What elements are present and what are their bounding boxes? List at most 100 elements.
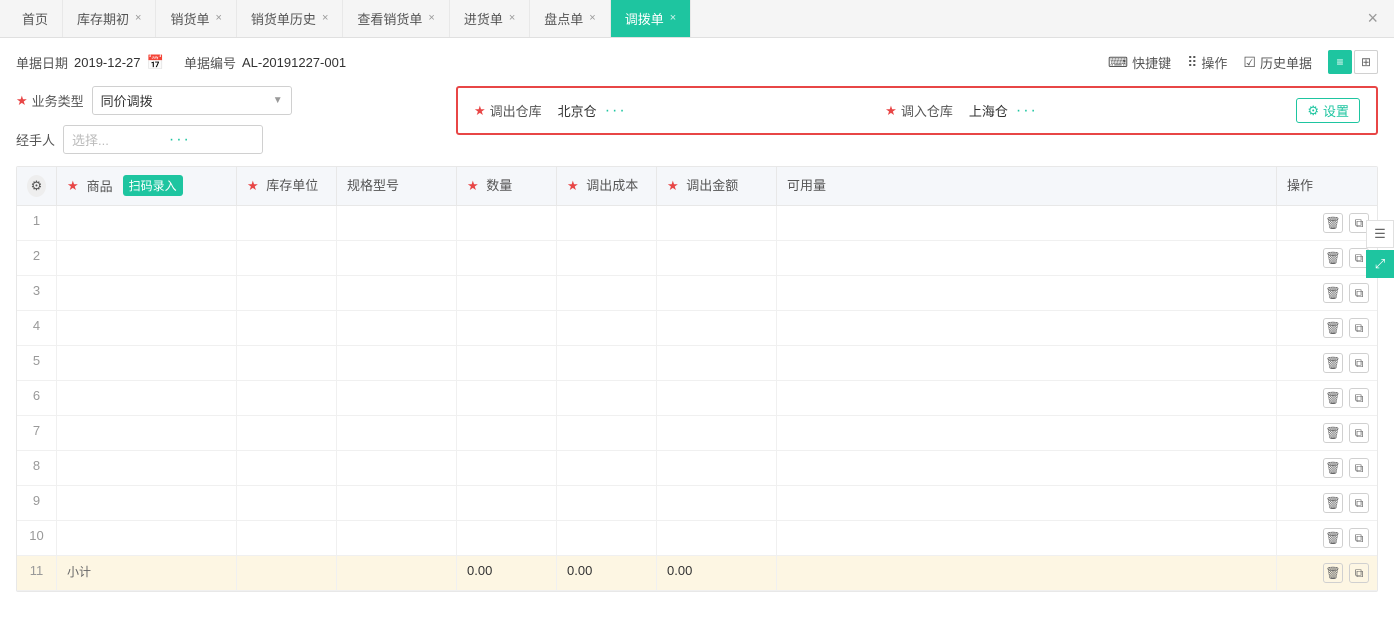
row-unit-2[interactable] — [237, 241, 337, 275]
row-product-1[interactable] — [57, 206, 237, 240]
row-product-5[interactable] — [57, 346, 237, 380]
row-available-8[interactable] — [777, 451, 1277, 485]
row-unit-8[interactable] — [237, 451, 337, 485]
tab-transfer-order[interactable]: 调拨单 × — [611, 0, 691, 37]
row-delete-btn-9[interactable]: 🗑 — [1323, 493, 1343, 513]
row-copy-btn-5[interactable]: ⧉ — [1349, 353, 1369, 373]
row-quantity-4[interactable] — [457, 311, 557, 345]
row-spec-8[interactable] — [337, 451, 457, 485]
row-spec-1[interactable] — [337, 206, 457, 240]
row-copy-btn-9[interactable]: ⧉ — [1349, 493, 1369, 513]
row-amount-6[interactable] — [657, 381, 777, 415]
row-copy-btn-3[interactable]: ⧉ — [1349, 283, 1369, 303]
row-delete-btn-2[interactable]: 🗑 — [1323, 248, 1343, 268]
row-copy-btn-7[interactable]: ⧉ — [1349, 423, 1369, 443]
row-spec-2[interactable] — [337, 241, 457, 275]
row-amount-9[interactable] — [657, 486, 777, 520]
layout-btn-grid[interactable]: ⊞ — [1354, 50, 1378, 74]
tab-sales-order[interactable]: 销货单 × — [156, 0, 236, 37]
tab-inventory-init[interactable]: 库存期初 × — [63, 0, 156, 37]
row-delete-btn-1[interactable]: 🗑 — [1323, 213, 1343, 233]
row-quantity-2[interactable] — [457, 241, 557, 275]
row-unit-5[interactable] — [237, 346, 337, 380]
row-amount-7[interactable] — [657, 416, 777, 450]
row-copy-btn-8[interactable]: ⧉ — [1349, 458, 1369, 478]
row-copy-btn-4[interactable]: ⧉ — [1349, 318, 1369, 338]
row-product-3[interactable] — [57, 276, 237, 310]
row-unit-6[interactable] — [237, 381, 337, 415]
row-spec-6[interactable] — [337, 381, 457, 415]
scan-btn[interactable]: 扫码录入 — [123, 175, 183, 196]
business-type-select[interactable]: 同价调拨 ▼ — [92, 86, 292, 115]
calendar-icon[interactable]: 📅 — [147, 54, 164, 71]
row-cost-5[interactable] — [557, 346, 657, 380]
row-delete-btn-6[interactable]: 🗑 — [1323, 388, 1343, 408]
tab-purchase-order-close[interactable]: × — [509, 13, 515, 24]
row-delete-btn-4[interactable]: 🗑 — [1323, 318, 1343, 338]
tab-inventory-init-close[interactable]: × — [135, 13, 141, 24]
row-product-10[interactable] — [57, 521, 237, 555]
row-amount-5[interactable] — [657, 346, 777, 380]
row-spec-7[interactable] — [337, 416, 457, 450]
row-product-6[interactable] — [57, 381, 237, 415]
operations-btn[interactable]: ⠿ 操作 — [1187, 53, 1227, 72]
tab-inventory-count-close[interactable]: × — [589, 13, 595, 24]
row-cost-1[interactable] — [557, 206, 657, 240]
row-cost-8[interactable] — [557, 451, 657, 485]
row-quantity-3[interactable] — [457, 276, 557, 310]
row-available-3[interactable] — [777, 276, 1277, 310]
row-amount-8[interactable] — [657, 451, 777, 485]
history-btn[interactable]: ☑ 历史单据 — [1243, 53, 1312, 72]
source-warehouse-more-icon[interactable]: ··· — [605, 102, 627, 120]
row-amount-1[interactable] — [657, 206, 777, 240]
row-available-2[interactable] — [777, 241, 1277, 275]
agent-more-icon[interactable]: ··· — [169, 131, 191, 149]
shortcuts-btn[interactable]: ⌨ 快捷键 — [1108, 53, 1171, 72]
row-cost-2[interactable] — [557, 241, 657, 275]
column-settings-btn[interactable]: ⚙ — [27, 175, 46, 197]
row-available-1[interactable] — [777, 206, 1277, 240]
tab-view-sales[interactable]: 查看销货单 × — [343, 0, 449, 37]
side-list-btn[interactable]: ☰ — [1366, 220, 1394, 248]
row-available-4[interactable] — [777, 311, 1277, 345]
tab-sales-history-close[interactable]: × — [322, 13, 328, 24]
row-copy-btn-6[interactable]: ⧉ — [1349, 388, 1369, 408]
row-available-7[interactable] — [777, 416, 1277, 450]
side-expand-btn[interactable]: ⤢ — [1366, 250, 1394, 278]
tab-sales-history[interactable]: 销货单历史 × — [237, 0, 343, 37]
row-unit-1[interactable] — [237, 206, 337, 240]
row-spec-5[interactable] — [337, 346, 457, 380]
row-cost-3[interactable] — [557, 276, 657, 310]
row-unit-3[interactable] — [237, 276, 337, 310]
row-product-4[interactable] — [57, 311, 237, 345]
row-cost-7[interactable] — [557, 416, 657, 450]
row-unit-4[interactable] — [237, 311, 337, 345]
tab-inventory-count[interactable]: 盘点单 × — [530, 0, 610, 37]
row-cost-9[interactable] — [557, 486, 657, 520]
row-cost-4[interactable] — [557, 311, 657, 345]
row-delete-btn-10[interactable]: 🗑 — [1323, 528, 1343, 548]
row-product-2[interactable] — [57, 241, 237, 275]
tab-purchase-order[interactable]: 进货单 × — [450, 0, 530, 37]
row-quantity-9[interactable] — [457, 486, 557, 520]
row-amount-2[interactable] — [657, 241, 777, 275]
settings-btn[interactable]: ⚙ 设置 — [1296, 98, 1360, 123]
row-available-10[interactable] — [777, 521, 1277, 555]
row-available-5[interactable] — [777, 346, 1277, 380]
row-amount-4[interactable] — [657, 311, 777, 345]
row-unit-9[interactable] — [237, 486, 337, 520]
row-amount-10[interactable] — [657, 521, 777, 555]
row-cost-6[interactable] — [557, 381, 657, 415]
row-available-6[interactable] — [777, 381, 1277, 415]
row-quantity-7[interactable] — [457, 416, 557, 450]
row-product-7[interactable] — [57, 416, 237, 450]
agent-select[interactable]: 选择... ··· — [63, 125, 263, 154]
row-quantity-1[interactable] — [457, 206, 557, 240]
row-quantity-5[interactable] — [457, 346, 557, 380]
row-quantity-8[interactable] — [457, 451, 557, 485]
row-cost-10[interactable] — [557, 521, 657, 555]
target-warehouse-more-icon[interactable]: ··· — [1016, 102, 1038, 120]
tab-view-sales-close[interactable]: × — [428, 13, 434, 24]
row-spec-9[interactable] — [337, 486, 457, 520]
layout-btn-list[interactable]: ≡ — [1328, 50, 1352, 74]
